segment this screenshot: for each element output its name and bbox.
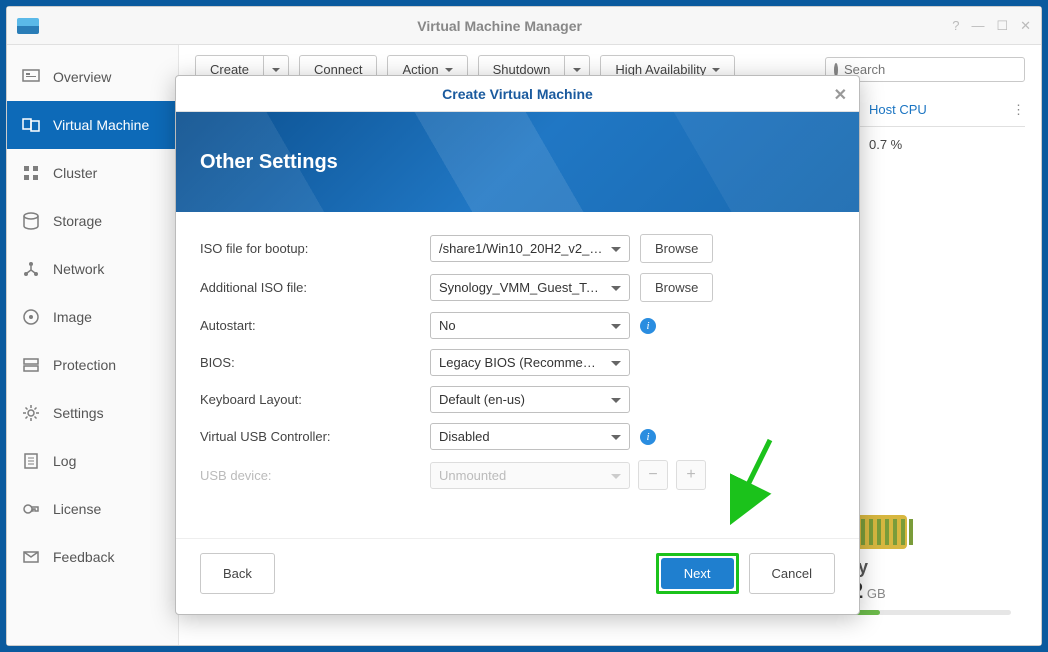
sidebar-item-settings[interactable]: Settings <box>7 389 178 437</box>
modal-title: Create Virtual Machine ✕ <box>176 76 859 112</box>
sidebar-label: Overview <box>53 69 111 85</box>
usbdev-select: Unmounted <box>430 462 630 489</box>
cancel-button[interactable]: Cancel <box>749 553 835 594</box>
iso-boot-browse-button[interactable]: Browse <box>640 234 713 263</box>
memory-unit: GB <box>867 586 886 601</box>
modal-banner: Other Settings <box>176 112 859 212</box>
sidebar: Overview Virtual Machine Cluster Storage <box>7 45 179 645</box>
network-icon <box>21 259 41 279</box>
overview-icon <box>21 67 41 87</box>
storage-icon <box>21 211 41 231</box>
bios-select[interactable]: Legacy BIOS (Recommended) <box>430 349 630 376</box>
license-icon <box>21 499 41 519</box>
sidebar-label: Storage <box>53 213 102 229</box>
iso-boot-label: ISO file for bootup: <box>200 241 430 256</box>
sidebar-label: Log <box>53 453 76 469</box>
iso-boot-select[interactable]: /share1/Win10_20H2_v2_English_x64.iso <box>430 235 630 262</box>
sidebar-label: Network <box>53 261 104 277</box>
cell-host-cpu: 0.7 % <box>869 137 1009 152</box>
image-icon <box>21 307 41 327</box>
sidebar-item-license[interactable]: License <box>7 485 178 533</box>
usb-add-button: + <box>676 460 706 490</box>
window-title: Virtual Machine Manager <box>47 18 952 34</box>
sidebar-item-storage[interactable]: Storage <box>7 197 178 245</box>
keyboard-label: Keyboard Layout: <box>200 392 430 407</box>
back-button[interactable]: Back <box>200 553 275 594</box>
col-menu-icon[interactable]: ⋮ <box>1009 102 1025 118</box>
modal-banner-title: Other Settings <box>200 151 338 174</box>
sidebar-label: Protection <box>53 357 116 373</box>
memory-label-fragment: ry <box>851 557 1011 578</box>
iso-add-browse-button[interactable]: Browse <box>640 273 713 302</box>
autostart-label: Autostart: <box>200 318 430 333</box>
cluster-icon <box>21 163 41 183</box>
sidebar-item-log[interactable]: Log <box>7 437 178 485</box>
log-icon <box>21 451 41 471</box>
memory-bar <box>851 610 1011 615</box>
detail-memory: ry 2 GB <box>851 515 1011 615</box>
maximize-icon[interactable]: ☐ <box>996 18 1008 34</box>
protection-icon <box>21 355 41 375</box>
sidebar-item-protection[interactable]: Protection <box>7 341 178 389</box>
feedback-icon <box>21 547 41 567</box>
autostart-select[interactable]: No <box>430 312 630 339</box>
keyboard-select[interactable]: Default (en-us) <box>430 386 630 413</box>
sidebar-label: Settings <box>53 405 104 421</box>
sidebar-label: Virtual Machine <box>53 117 149 133</box>
vm-icon <box>21 115 41 135</box>
sidebar-item-overview[interactable]: Overview <box>7 53 178 101</box>
iso-add-select[interactable]: Synology_VMM_Guest_Tool <box>430 274 630 301</box>
search-input[interactable] <box>844 62 1020 77</box>
bios-label: BIOS: <box>200 355 430 370</box>
sidebar-label: Image <box>53 309 92 325</box>
minimize-icon[interactable]: — <box>971 18 984 34</box>
sidebar-item-feedback[interactable]: Feedback <box>7 533 178 581</box>
autostart-info-icon[interactable]: i <box>640 318 656 334</box>
titlebar: Virtual Machine Manager ? — ☐ ✕ <box>7 7 1041 45</box>
usbctrl-label: Virtual USB Controller: <box>200 429 430 444</box>
next-button[interactable]: Next <box>661 558 734 589</box>
gear-icon <box>21 403 41 423</box>
sidebar-item-network[interactable]: Network <box>7 245 178 293</box>
sidebar-item-cluster[interactable]: Cluster <box>7 149 178 197</box>
sidebar-item-virtual-machine[interactable]: Virtual Machine <box>7 101 178 149</box>
close-window-icon[interactable]: ✕ <box>1020 18 1031 34</box>
close-icon[interactable]: ✕ <box>834 85 847 105</box>
usbctrl-info-icon[interactable]: i <box>640 429 656 445</box>
sidebar-label: License <box>53 501 101 517</box>
app-icon <box>17 18 39 34</box>
sidebar-label: Cluster <box>53 165 97 181</box>
sidebar-item-image[interactable]: Image <box>7 293 178 341</box>
create-vm-modal: Create Virtual Machine ✕ Other Settings … <box>175 75 860 615</box>
sidebar-label: Feedback <box>53 549 114 565</box>
usbdev-label: USB device: <box>200 468 430 483</box>
usbctrl-select[interactable]: Disabled <box>430 423 630 450</box>
iso-add-label: Additional ISO file: <box>200 280 430 295</box>
usb-remove-button: − <box>638 460 668 490</box>
next-highlight: Next <box>656 553 739 594</box>
help-icon[interactable]: ? <box>952 18 959 34</box>
col-host-cpu[interactable]: Host CPU <box>869 102 1009 118</box>
